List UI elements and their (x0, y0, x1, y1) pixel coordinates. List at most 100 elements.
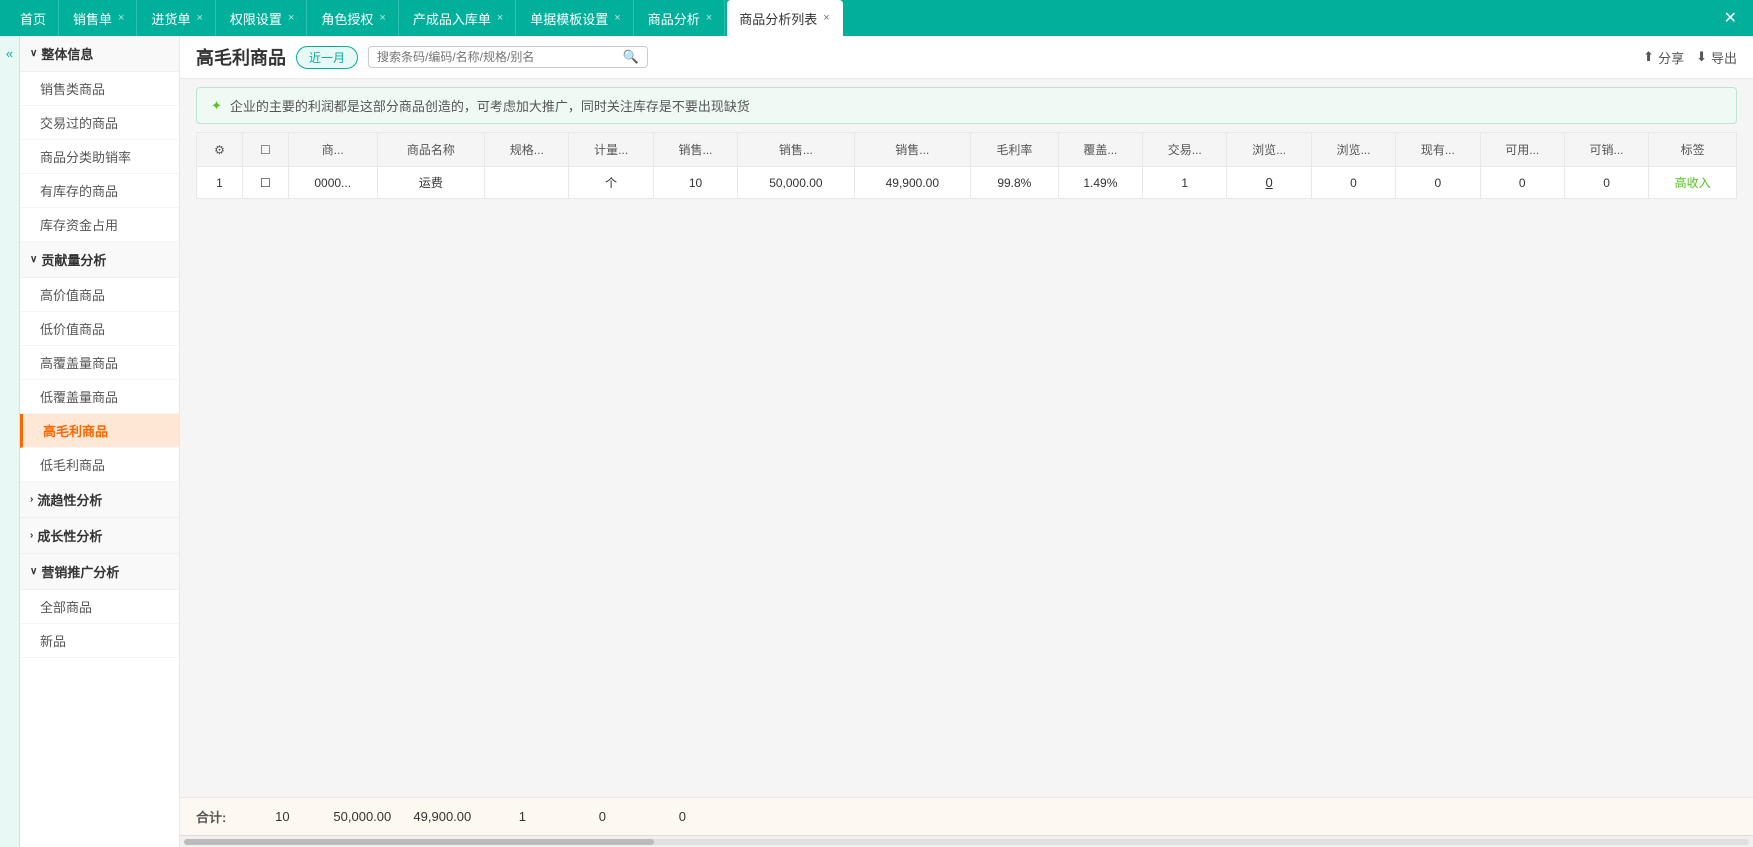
section-label: 成长性分析 (37, 526, 102, 545)
info-icon: ✦ (211, 98, 222, 114)
tab-close-icon[interactable]: × (614, 12, 620, 24)
col-header-view1[interactable]: 浏览... (1227, 133, 1311, 167)
sidebar-item-高覆盖量商品[interactable]: 高覆盖量商品 (20, 346, 179, 380)
cell-spec (485, 167, 569, 199)
col-header-checkbox[interactable]: ☐ (242, 133, 288, 167)
footer-sales-qty: 10 (242, 809, 322, 824)
nav-tab-单据模板设置[interactable]: 单据模板设置× (518, 0, 633, 36)
sidebar-item-交易过的商品[interactable]: 交易过的商品 (20, 106, 179, 140)
footer-cells: 10 50,000.00 49,900.00 1 0 0 (242, 809, 1737, 824)
search-input[interactable] (377, 50, 623, 64)
export-icon: ⬇ (1696, 49, 1707, 65)
close-window-button[interactable]: ✕ (1716, 8, 1745, 28)
tab-close-icon[interactable]: × (823, 12, 829, 24)
col-header-gross_margin[interactable]: 毛利率 (971, 133, 1059, 167)
nav-tab-首页[interactable]: 首页 (8, 0, 59, 36)
col-header-current_stock[interactable]: 现有... (1396, 133, 1480, 167)
col-header-name[interactable]: 商品名称 (377, 133, 485, 167)
search-box[interactable]: 🔍 (368, 46, 648, 68)
nav-tab-商品分析[interactable]: 商品分析× (636, 0, 725, 36)
tab-close-icon[interactable]: × (706, 12, 712, 24)
section-arrow-icon: ∨ (30, 566, 37, 577)
sidebar-item-高毛利商品[interactable]: 高毛利商品 (20, 414, 179, 448)
nav-tab-进货单[interactable]: 进货单× (139, 0, 215, 36)
section-arrow-icon: › (30, 530, 33, 541)
col-header-sales_amount[interactable]: 销售... (738, 133, 854, 167)
content-header: 高毛利商品 近一月 🔍 ⬆ 分享 ⬇ 导出 (180, 36, 1753, 79)
section-label: 营销推广分析 (41, 562, 119, 581)
footer-current-stock: 0 (562, 809, 642, 824)
tab-close-icon[interactable]: × (118, 12, 124, 24)
col-header-view2[interactable]: 浏览... (1311, 133, 1395, 167)
nav-tab-角色授权[interactable]: 角色授权× (309, 0, 398, 36)
col-header-tag[interactable]: 标签 (1649, 133, 1737, 167)
col-header-code[interactable]: 商... (288, 133, 377, 167)
sidebar-item-低毛利商品[interactable]: 低毛利商品 (20, 448, 179, 482)
section-arrow-icon: ∨ (30, 254, 37, 265)
cell-trade: 1 (1143, 167, 1227, 199)
scrollbar-track[interactable] (184, 839, 1749, 845)
sidebar-item-商品分类助销率[interactable]: 商品分类助销率 (20, 140, 179, 174)
section-label: 流趋性分析 (37, 490, 102, 509)
header-actions: ⬆ 分享 ⬇ 导出 (1643, 48, 1737, 67)
page-title: 高毛利商品 (196, 44, 286, 70)
cell-available: 0 (1480, 167, 1564, 199)
col-header-unit[interactable]: 计量... (569, 133, 653, 167)
sidebar-item-新品[interactable]: 新品 (20, 624, 179, 658)
sidebar-item-全部商品[interactable]: 全部商品 (20, 590, 179, 624)
filter-recent-month-button[interactable]: 近一月 (296, 46, 358, 69)
section-arrow-icon: ∨ (30, 48, 37, 59)
scrollbar-thumb[interactable] (184, 839, 654, 845)
cell-index: 1 (197, 167, 243, 199)
col-header-saleable[interactable]: 可销... (1564, 133, 1648, 167)
sidebar-section-成长性分析[interactable]: › 成长性分析 (20, 518, 179, 554)
search-icon[interactable]: 🔍 (623, 49, 639, 65)
sidebar-section-流趋性分析[interactable]: › 流趋性分析 (20, 482, 179, 518)
cell-name: 运费 (377, 167, 485, 199)
section-label: 贡献量分析 (41, 250, 106, 269)
sidebar-item-库存资金占用[interactable]: 库存资金占用 (20, 208, 179, 242)
horizontal-scrollbar[interactable] (180, 835, 1753, 847)
sidebar-item-有库存的商品[interactable]: 有库存的商品 (20, 174, 179, 208)
nav-tab-商品分析列表[interactable]: 商品分析列表× (727, 0, 842, 36)
tab-close-icon[interactable]: × (379, 12, 385, 24)
nav-tab-产成品入库单[interactable]: 产成品入库单× (401, 0, 516, 36)
col-header-spec[interactable]: 规格... (485, 133, 569, 167)
sidebar-section-营销推广分析[interactable]: ∨ 营销推广分析 (20, 554, 179, 590)
sidebar-collapse-button[interactable]: « (0, 36, 20, 847)
col-header-sales_qty[interactable]: 销售... (653, 133, 737, 167)
tab-close-icon[interactable]: × (196, 12, 202, 24)
tab-close-icon[interactable]: × (288, 12, 294, 24)
sidebar-item-低覆盖量商品[interactable]: 低覆盖量商品 (20, 380, 179, 414)
share-icon: ⬆ (1643, 49, 1654, 65)
col-header-trade[interactable]: 交易... (1143, 133, 1227, 167)
col-header-available[interactable]: 可用... (1480, 133, 1564, 167)
sidebar-item-低价值商品[interactable]: 低价值商品 (20, 312, 179, 346)
table-container: ⚙☐商...商品名称规格...计量...销售...销售...销售...毛利率覆盖… (180, 132, 1753, 797)
col-header-settings[interactable]: ⚙ (197, 133, 243, 167)
cell-sales_cost: 49,900.00 (854, 167, 970, 199)
cell-sales_qty: 10 (653, 167, 737, 199)
col-header-sales_cost[interactable]: 销售... (854, 133, 970, 167)
sidebar: ∨整体信息销售类商品交易过的商品商品分类助销率有库存的商品库存资金占用 ∨ 贡献量分… (20, 36, 180, 847)
sidebar-item-销售类商品[interactable]: 销售类商品 (20, 72, 179, 106)
main-layout: « ∨整体信息销售类商品交易过的商品商品分类助销率有库存的商品库存资金占用 ∨ 贡献… (0, 36, 1753, 847)
footer-available: 0 (642, 809, 722, 824)
share-button[interactable]: ⬆ 分享 (1643, 48, 1684, 67)
cell-code: 0000... (288, 167, 377, 199)
table-body: 1☐0000...运费个1050,000.0049,900.0099.8%1.4… (197, 167, 1737, 199)
nav-tab-销售单[interactable]: 销售单× (61, 0, 137, 36)
sidebar-item-高价值商品[interactable]: 高价值商品 (20, 278, 179, 312)
sidebar-section-整体信息[interactable]: ∨整体信息 (20, 36, 179, 72)
table-row: 1☐0000...运费个1050,000.0049,900.0099.8%1.4… (197, 167, 1737, 199)
section-arrow-icon: › (30, 494, 33, 505)
cell-checkbox[interactable]: ☐ (242, 167, 288, 199)
cell-view1: 0 (1227, 167, 1311, 199)
sidebar-section-贡献量分析[interactable]: ∨ 贡献量分析 (20, 242, 179, 278)
table-header-row: ⚙☐商...商品名称规格...计量...销售...销售...销售...毛利率覆盖… (197, 133, 1737, 167)
cell-sales_amount: 50,000.00 (738, 167, 854, 199)
tab-close-icon[interactable]: × (497, 12, 503, 24)
col-header-coverage[interactable]: 覆盖... (1058, 133, 1142, 167)
export-button[interactable]: ⬇ 导出 (1696, 48, 1737, 67)
nav-tab-权限设置[interactable]: 权限设置× (218, 0, 307, 36)
